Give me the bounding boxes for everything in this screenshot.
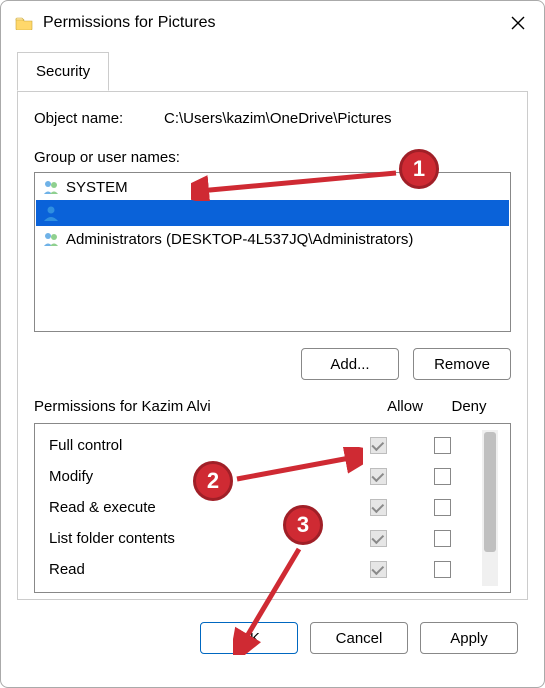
ok-button[interactable]: OK [200, 622, 298, 654]
close-button[interactable] [504, 9, 532, 37]
permission-label: Read & execute [49, 499, 346, 516]
group-icon [42, 230, 60, 248]
permissions-title: Permissions for Kazim Alvi [34, 398, 373, 415]
user-icon [42, 204, 60, 222]
security-panel: Object name: C:\Users\kazim\OneDrive\Pic… [17, 91, 528, 600]
allow-checkbox[interactable] [370, 468, 387, 485]
user-list-buttons: Add... Remove [34, 348, 511, 380]
list-item[interactable] [36, 200, 509, 226]
deny-checkbox[interactable] [434, 468, 451, 485]
deny-checkbox[interactable] [434, 437, 451, 454]
list-item[interactable]: Administrators (DESKTOP-4L537JQ\Administ… [36, 226, 509, 252]
remove-button[interactable]: Remove [413, 348, 511, 380]
permission-label: Modify [49, 468, 346, 485]
dialog-footer: OK Cancel Apply [1, 612, 544, 670]
object-name-value: C:\Users\kazim\OneDrive\Pictures [164, 110, 392, 127]
scrollbar-thumb[interactable] [484, 432, 496, 552]
user-list[interactable]: SYSTEM Administrators (DESKTOP-4L537JQ\A… [34, 172, 511, 332]
window-title: Permissions for Pictures [43, 14, 504, 32]
permission-label: List folder contents [49, 530, 346, 547]
list-item-label: SYSTEM [66, 179, 128, 196]
deny-checkbox[interactable] [434, 530, 451, 547]
titlebar: Permissions for Pictures [1, 1, 544, 45]
tab-bar: Security [1, 45, 544, 91]
deny-checkbox[interactable] [434, 499, 451, 516]
permission-row: Read & execute [49, 492, 474, 523]
list-item[interactable]: SYSTEM [36, 174, 509, 200]
apply-button[interactable]: Apply [420, 622, 518, 654]
add-button[interactable]: Add... [301, 348, 399, 380]
close-icon [511, 16, 525, 30]
permission-label: Full control [49, 437, 346, 454]
column-deny: Deny [437, 398, 501, 415]
permission-row: Read [49, 554, 474, 585]
folder-icon [15, 16, 33, 30]
list-item-label: Administrators (DESKTOP-4L537JQ\Administ… [66, 231, 413, 248]
scrollbar[interactable] [482, 430, 498, 586]
group-icon [42, 178, 60, 196]
permission-row: Full control [49, 430, 474, 461]
permission-row: List folder contents [49, 523, 474, 554]
tab-security[interactable]: Security [17, 52, 109, 91]
allow-checkbox[interactable] [370, 561, 387, 578]
permissions-list: Full control Modify Read & execute List … [34, 423, 511, 593]
deny-checkbox[interactable] [434, 561, 451, 578]
column-allow: Allow [373, 398, 437, 415]
permission-label: Read [49, 561, 346, 578]
permission-row: Modify [49, 461, 474, 492]
allow-checkbox[interactable] [370, 530, 387, 547]
cancel-button[interactable]: Cancel [310, 622, 408, 654]
allow-checkbox[interactable] [370, 437, 387, 454]
allow-checkbox[interactable] [370, 499, 387, 516]
object-name-row: Object name: C:\Users\kazim\OneDrive\Pic… [34, 110, 511, 127]
permissions-header: Permissions for Kazim Alvi Allow Deny [34, 398, 511, 423]
object-name-label: Object name: [34, 110, 136, 127]
groups-label: Group or user names: [34, 149, 511, 166]
